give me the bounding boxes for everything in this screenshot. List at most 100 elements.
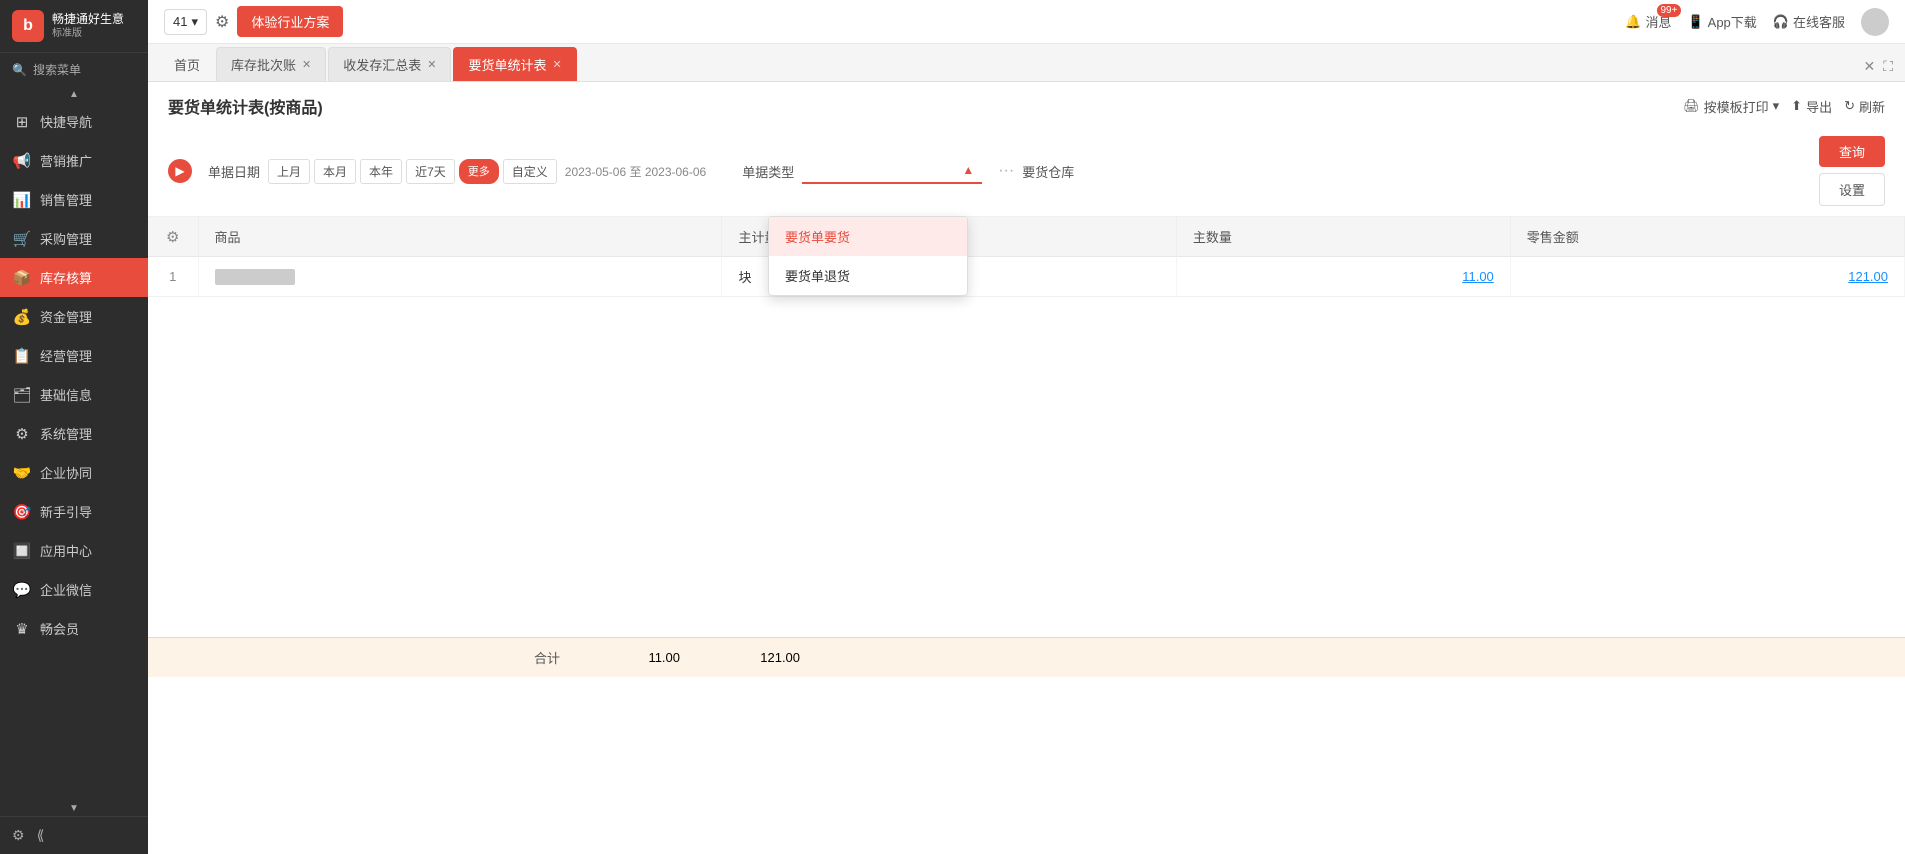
- type-dropdown: 要货单要货 要货单退货: [768, 216, 968, 296]
- enterprise-icon: 🤝: [12, 464, 32, 482]
- refresh-icon: ↻: [1844, 98, 1855, 114]
- app-download-btn[interactable]: 📱 App下载: [1687, 12, 1756, 31]
- operation-icon: 📋: [12, 347, 32, 365]
- tab-order-summary-label: 要货单统计表: [468, 55, 546, 74]
- sidebar-item-label: 畅会员: [40, 619, 79, 638]
- type-select-input[interactable]: [802, 163, 962, 178]
- tab-order-summary[interactable]: 要货单统计表 ✕: [453, 47, 576, 81]
- col-product: 商品: [198, 217, 722, 257]
- wechat-icon: 💬: [12, 581, 32, 599]
- finance-icon: 💰: [12, 308, 32, 326]
- settings-bottom-btn[interactable]: ⚙: [12, 827, 25, 844]
- sidebar-item-guide[interactable]: 🎯 新手引导: [0, 492, 148, 531]
- date-btn-this-year[interactable]: 本年: [360, 159, 402, 184]
- query-actions: 查询 设置: [1819, 136, 1885, 206]
- sidebar-item-appstore[interactable]: 🔲 应用中心: [0, 531, 148, 570]
- close-window-icon[interactable]: ✕: [1863, 58, 1875, 75]
- refresh-btn[interactable]: ↻ 刷新: [1844, 97, 1885, 116]
- col-gear: ⚙: [148, 217, 198, 257]
- messages-btn[interactable]: 🔔 消息 99+: [1625, 12, 1671, 31]
- dropdown-item-purchase-return[interactable]: 要货单退货: [769, 256, 967, 295]
- date-filter-group: 单据日期 上月 本月 本年 近7天 更多 自定义 2023-05-06 至 20…: [208, 159, 706, 184]
- system-icon: ⚙: [12, 425, 32, 443]
- quantity-link[interactable]: 11.00: [1462, 269, 1494, 284]
- sidebar-item-finance[interactable]: 💰 资金管理: [0, 297, 148, 336]
- sidebar-item-vip[interactable]: ♛ 畅会员: [0, 609, 148, 648]
- search-menu-label: 搜索菜单: [33, 61, 81, 78]
- cell-product: [198, 257, 722, 297]
- dropdown-item-purchase-order[interactable]: 要货单要货: [769, 217, 967, 256]
- collapse-btn[interactable]: ⟪: [37, 827, 45, 844]
- type-select-caret[interactable]: ▲: [962, 163, 974, 177]
- table-head: ⚙ 商品 主计量单位 主数量 零售金额: [148, 217, 1905, 257]
- sidebar-item-purchase[interactable]: 🛒 采购管理: [0, 219, 148, 258]
- online-service-btn[interactable]: 🎧 在线客服: [1773, 12, 1845, 31]
- export-btn[interactable]: ⬆ 导出: [1791, 97, 1832, 116]
- table-header-row: ⚙ 商品 主计量单位 主数量 零售金额: [148, 217, 1905, 257]
- sidebar-item-marketing[interactable]: 📢 营销推广: [0, 141, 148, 180]
- table-body: 1 块 11.00 121.00: [148, 257, 1905, 297]
- tab-inventory-batch-close[interactable]: ✕: [302, 58, 311, 71]
- sidebar-item-label: 资金管理: [40, 307, 92, 326]
- sales-icon: 📊: [12, 191, 32, 209]
- trial-btn[interactable]: 体验行业方案: [237, 6, 343, 37]
- sidebar-item-label: 企业微信: [40, 580, 92, 599]
- sidebar-item-operation[interactable]: 📋 经营管理: [0, 336, 148, 375]
- filter-toggle-btn[interactable]: ▶: [168, 159, 192, 183]
- type-filter-group: 单据类型 ▲ ··· 要货仓库: [742, 159, 1074, 184]
- sidebar-item-system[interactable]: ⚙ 系统管理: [0, 414, 148, 453]
- date-btn-this-month[interactable]: 本月: [314, 159, 356, 184]
- print-icon: 🖨: [1683, 98, 1700, 114]
- cell-quantity: 11.00: [1176, 257, 1510, 297]
- amount-link[interactable]: 121.00: [1848, 269, 1888, 284]
- table-container: ⚙ 商品 主计量单位 主数量 零售金额 1 块: [148, 217, 1905, 297]
- sidebar-item-label: 系统管理: [40, 424, 92, 443]
- tab-order-summary-close[interactable]: ✕: [553, 58, 562, 71]
- date-btn-more[interactable]: 更多: [459, 159, 499, 184]
- tab-inventory-batch[interactable]: 库存批次账 ✕: [216, 47, 326, 81]
- sidebar-item-base[interactable]: 🗂 基础信息: [0, 375, 148, 414]
- sidebar-item-quick-nav[interactable]: ⊞ 快捷导航: [0, 102, 148, 141]
- sidebar-item-wechat[interactable]: 💬 企业微信: [0, 570, 148, 609]
- expand-icon[interactable]: ⛶: [1883, 58, 1893, 75]
- tab-home[interactable]: 首页: [160, 48, 214, 81]
- topbar-gear-icon[interactable]: ⚙: [215, 12, 229, 32]
- export-btn-label: 导出: [1806, 97, 1832, 116]
- date-btn-last-7days[interactable]: 近7天: [406, 159, 455, 184]
- type-select-box[interactable]: ▲: [802, 159, 982, 184]
- sidebar-item-label: 销售管理: [40, 190, 92, 209]
- sidebar-item-sales[interactable]: 📊 销售管理: [0, 180, 148, 219]
- messages-badge: 99+: [1657, 4, 1682, 17]
- appstore-icon: 🔲: [12, 542, 32, 560]
- set-btn[interactable]: 设置: [1819, 173, 1885, 206]
- topbar-right: 🔔 消息 99+ 📱 App下载 🎧 在线客服: [1625, 8, 1889, 36]
- sidebar-scroll-down[interactable]: ▼: [0, 800, 148, 816]
- print-dropdown-icon: ▾: [1773, 98, 1780, 114]
- sidebar-scroll-up[interactable]: ▲: [0, 86, 148, 102]
- marketing-icon: 📢: [12, 152, 32, 170]
- date-btn-custom[interactable]: 自定义: [503, 159, 557, 184]
- sidebar: b 畅捷通好生意 标准版 🔍 搜索菜单 ▲ ⊞ 快捷导航 📢 营销推广 📊 销售…: [0, 0, 148, 854]
- vip-icon: ♛: [12, 620, 32, 638]
- online-service-label: 在线客服: [1793, 12, 1845, 31]
- tab-receipt-summary-close[interactable]: ✕: [427, 58, 436, 71]
- app-download-label: App下载: [1708, 12, 1757, 31]
- sidebar-item-enterprise[interactable]: 🤝 企业协同: [0, 453, 148, 492]
- sidebar-item-label: 库存核算: [40, 268, 92, 287]
- sidebar-item-inventory[interactable]: 📦 库存核算: [0, 258, 148, 297]
- user-avatar[interactable]: [1861, 8, 1889, 36]
- sidebar-item-label: 营销推广: [40, 151, 92, 170]
- page-title: 要货单统计表(按商品): [168, 94, 323, 118]
- company-select[interactable]: 41 ▾: [164, 9, 207, 35]
- filter-more-dots[interactable]: ···: [998, 162, 1014, 180]
- print-btn[interactable]: 🖨 按模板打印 ▾: [1683, 97, 1779, 116]
- quick-nav-icon: ⊞: [12, 113, 32, 131]
- query-btn[interactable]: 查询: [1819, 136, 1885, 167]
- tab-inventory-batch-label: 库存批次账: [231, 55, 296, 74]
- tab-receipt-summary[interactable]: 收发存汇总表 ✕: [328, 47, 451, 81]
- date-btn-last-month[interactable]: 上月: [268, 159, 310, 184]
- sidebar-item-label: 经营管理: [40, 346, 92, 365]
- sidebar-item-label: 企业协同: [40, 463, 92, 482]
- table-settings-icon[interactable]: ⚙: [166, 229, 179, 246]
- search-menu[interactable]: 🔍 搜索菜单: [0, 53, 148, 86]
